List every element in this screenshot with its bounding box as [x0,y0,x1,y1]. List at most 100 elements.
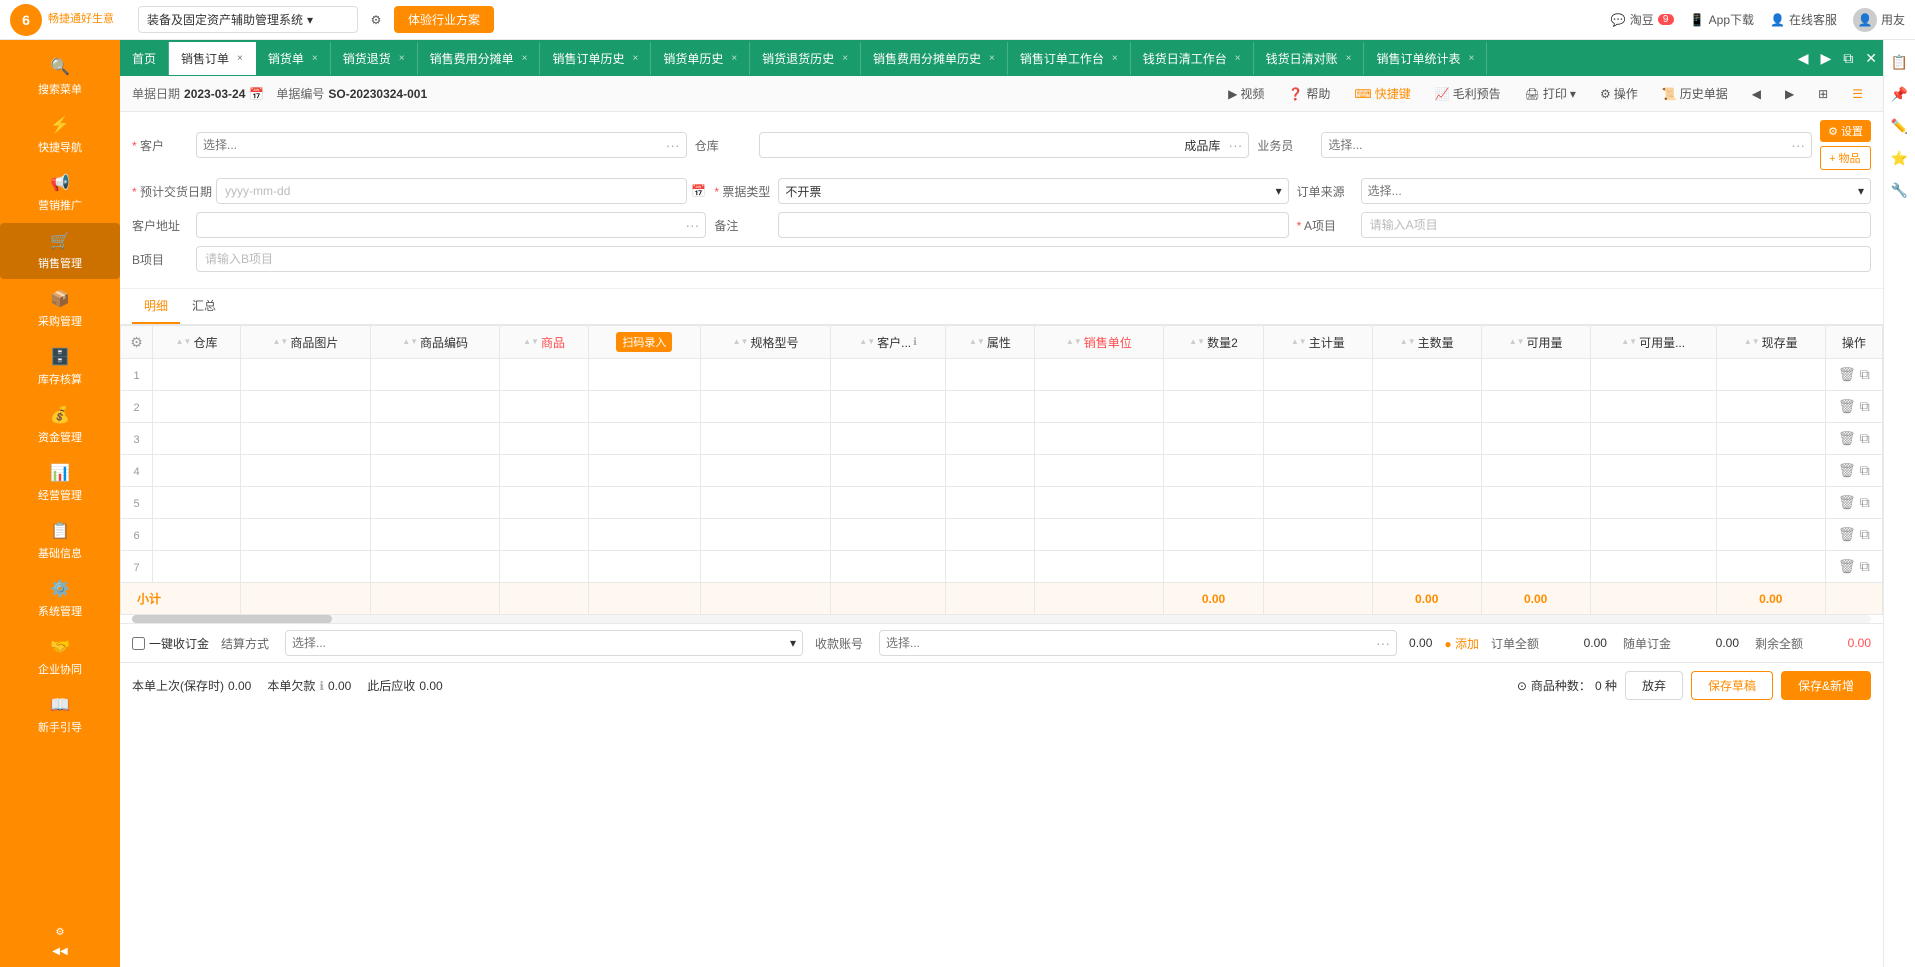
cell-warehouse[interactable] [153,391,241,423]
sidebar-item-finance[interactable]: 💰资金管理 [0,397,120,453]
cell-code[interactable] [370,359,500,391]
b-project-input[interactable] [196,246,1871,272]
cell-stock[interactable] [1716,551,1825,583]
cell-code[interactable] [370,519,500,551]
cell-warehouse[interactable] [153,487,241,519]
delivery-date-input[interactable] [216,178,687,204]
cell-stock[interactable] [1716,455,1825,487]
one-click-checkbox[interactable] [132,637,145,650]
cell-main-unit[interactable] [1263,487,1372,519]
cell-goods[interactable] [500,423,588,455]
row-copy-button[interactable]: ⧉ [1860,398,1870,415]
tab-close-icon[interactable]: × [632,53,638,64]
cell-main-qty[interactable] [1372,455,1481,487]
cell-scan[interactable] [588,519,701,551]
tab-sales-expense-split[interactable]: 销售费用分摊单× [418,42,541,75]
cell-qty2[interactable] [1164,423,1264,455]
cell-attribute[interactable] [946,359,1034,391]
cell-customer-code[interactable] [830,359,946,391]
cell-available2[interactable] [1590,455,1716,487]
tab-summary[interactable]: 汇总 [180,289,228,324]
tab-sales-return[interactable]: 销货单× [256,42,331,75]
order-source-wrapper[interactable]: ▾ [1361,178,1871,204]
system-selector[interactable]: 装备及固定资产辅助管理系统 ▾ [138,6,358,33]
tab-sales-order-workbench[interactable]: 销售订单工作台× [1008,42,1131,75]
profit-button[interactable]: 📈 毛利预告 [1427,82,1509,105]
cell-available2[interactable] [1590,551,1716,583]
invoice-type-wrapper[interactable]: 不开票 ▾ [778,178,1288,204]
address-more-icon[interactable]: ··· [685,217,699,233]
scrollbar-thumb[interactable] [132,615,332,623]
calendar-icon[interactable]: 📅 [249,87,264,101]
cell-main-qty[interactable] [1372,551,1481,583]
table-scrollbar[interactable] [132,615,1871,623]
cell-main-unit[interactable] [1263,519,1372,551]
cell-customer-code[interactable] [830,487,946,519]
tab-close-icon[interactable]: × [1346,53,1352,64]
cell-available2[interactable] [1590,423,1716,455]
cell-spec[interactable] [701,487,831,519]
online-service-button[interactable]: 👤 在线客服 [1770,11,1837,28]
cell-available[interactable] [1481,551,1590,583]
cell-attribute[interactable] [946,487,1034,519]
tab-close-icon[interactable]: × [731,53,737,64]
cell-spec[interactable] [701,391,831,423]
cell-stock[interactable] [1716,487,1825,519]
sidebar-settings-button[interactable]: ⚙ [56,927,65,938]
tab-close-icon[interactable]: × [1468,53,1474,64]
row-delete-button[interactable]: 🗑 [1838,526,1856,543]
sidebar-collapse-button[interactable]: ◀◀ [52,946,67,957]
cell-stock[interactable] [1716,359,1825,391]
cell-image[interactable] [241,359,371,391]
cell-available[interactable] [1481,391,1590,423]
cell-image[interactable] [241,551,371,583]
cell-unit[interactable] [1034,519,1164,551]
cell-qty2[interactable] [1164,359,1264,391]
payment-method-wrapper[interactable]: ▾ [285,630,803,656]
tab-sales-order-history[interactable]: 销售订单历史× [540,42,651,75]
history-button[interactable]: 📜 历史单据 [1654,82,1736,105]
settings-btn[interactable]: ⚙ 设置 [1820,120,1871,142]
sidebar-item-system[interactable]: ⚙️系统管理 [0,571,120,627]
receipt-account-more-icon[interactable]: ··· [1376,635,1390,651]
cell-code[interactable] [370,455,500,487]
cell-image[interactable] [241,487,371,519]
payment-method-input[interactable] [292,636,786,650]
warehouse-input[interactable] [766,138,1181,152]
cell-customer-code[interactable] [830,423,946,455]
cell-scan[interactable] [588,455,701,487]
right-panel-btn-3[interactable]: ✏️ [1886,112,1914,140]
warehouse-input-wrapper[interactable]: 成品库 ··· [759,132,1250,158]
cell-main-qty[interactable] [1372,423,1481,455]
cell-warehouse[interactable] [153,551,241,583]
cell-qty2[interactable] [1164,551,1264,583]
cell-goods[interactable] [500,455,588,487]
cell-qty2[interactable] [1164,487,1264,519]
row-copy-button[interactable]: ⧉ [1860,526,1870,543]
cell-scan[interactable] [588,359,701,391]
cell-goods[interactable] [500,551,588,583]
sidebar-item-marketing[interactable]: 📢营销推广 [0,165,120,221]
cell-attribute[interactable] [946,423,1034,455]
cell-main-unit[interactable] [1263,551,1372,583]
solution-button[interactable]: 体验行业方案 [394,6,494,33]
cell-goods[interactable] [500,519,588,551]
salesman-input-wrapper[interactable]: ··· [1321,132,1812,158]
tab-cash-daily-workbench[interactable]: 钱货日清工作台× [1131,42,1254,75]
tab-close-icon[interactable]: × [989,53,995,64]
cell-customer-code[interactable] [830,391,946,423]
cell-attribute[interactable] [946,455,1034,487]
gear-icon-top[interactable]: ⚙ [366,10,386,30]
cell-main-unit[interactable] [1263,455,1372,487]
cell-unit[interactable] [1034,487,1164,519]
cell-available[interactable] [1481,487,1590,519]
row-copy-button[interactable]: ⧉ [1860,366,1870,383]
receipt-account-input[interactable] [886,636,1368,650]
cell-code[interactable] [370,423,500,455]
tab-cash-daily-reconcile[interactable]: 钱货日清对账× [1254,42,1365,75]
tab-close-icon[interactable]: × [399,53,405,64]
view-button[interactable]: ▶ 视频 [1220,82,1272,105]
right-panel-btn-5[interactable]: 🔧 [1886,176,1914,204]
table-settings-icon[interactable]: ⚙ [130,334,143,350]
row-copy-button[interactable]: ⧉ [1860,430,1870,447]
